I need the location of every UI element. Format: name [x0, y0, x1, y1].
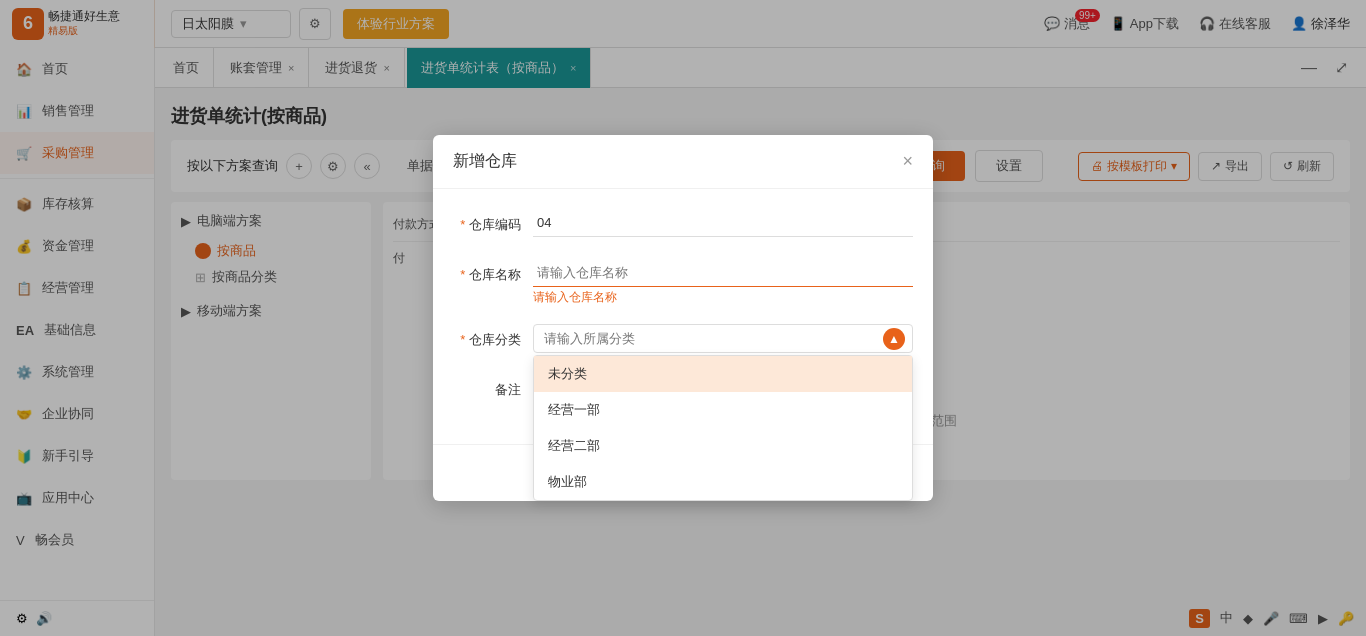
dialog-header: 新增仓库 × — [433, 135, 933, 189]
name-label: 仓库名称 — [453, 259, 533, 291]
code-label: 仓库编码 — [453, 209, 533, 241]
name-form-control: 请输入仓库名称 — [533, 259, 913, 306]
code-form-row: 仓库编码 — [453, 209, 913, 241]
name-form-row: 仓库名称 请输入仓库名称 — [453, 259, 913, 306]
name-input[interactable] — [533, 259, 913, 287]
category-input[interactable] — [533, 324, 913, 353]
code-input[interactable] — [533, 209, 913, 237]
code-form-control — [533, 209, 913, 237]
category-dropdown: 未分类 经营一部 经营二部 物业部 — [533, 355, 913, 501]
dropdown-item-none[interactable]: 未分类 — [534, 356, 912, 392]
add-warehouse-dialog: 新增仓库 × 仓库编码 仓库名称 请输入仓库名称 仓库分类 — [433, 135, 933, 501]
category-form-control: ▲ 未分类 经营一部 经营二部 物业部 — [533, 324, 913, 353]
dropdown-item-dept3[interactable]: 物业部 — [534, 464, 912, 500]
category-form-row: 仓库分类 ▲ 未分类 经营一部 经营二部 — [453, 324, 913, 356]
dialog-body: 仓库编码 仓库名称 请输入仓库名称 仓库分类 ▲ — [433, 189, 933, 444]
category-label: 仓库分类 — [453, 324, 533, 356]
category-arrow-button[interactable]: ▲ — [883, 328, 905, 350]
dialog-title: 新增仓库 — [453, 151, 517, 172]
name-error-message: 请输入仓库名称 — [533, 289, 913, 306]
dropdown-item-dept1[interactable]: 经营一部 — [534, 392, 912, 428]
note-label: 备注 — [453, 374, 533, 406]
dropdown-item-dept2[interactable]: 经营二部 — [534, 428, 912, 464]
modal-overlay: 新增仓库 × 仓库编码 仓库名称 请输入仓库名称 仓库分类 — [0, 0, 1366, 636]
dialog-close-button[interactable]: × — [902, 151, 913, 172]
